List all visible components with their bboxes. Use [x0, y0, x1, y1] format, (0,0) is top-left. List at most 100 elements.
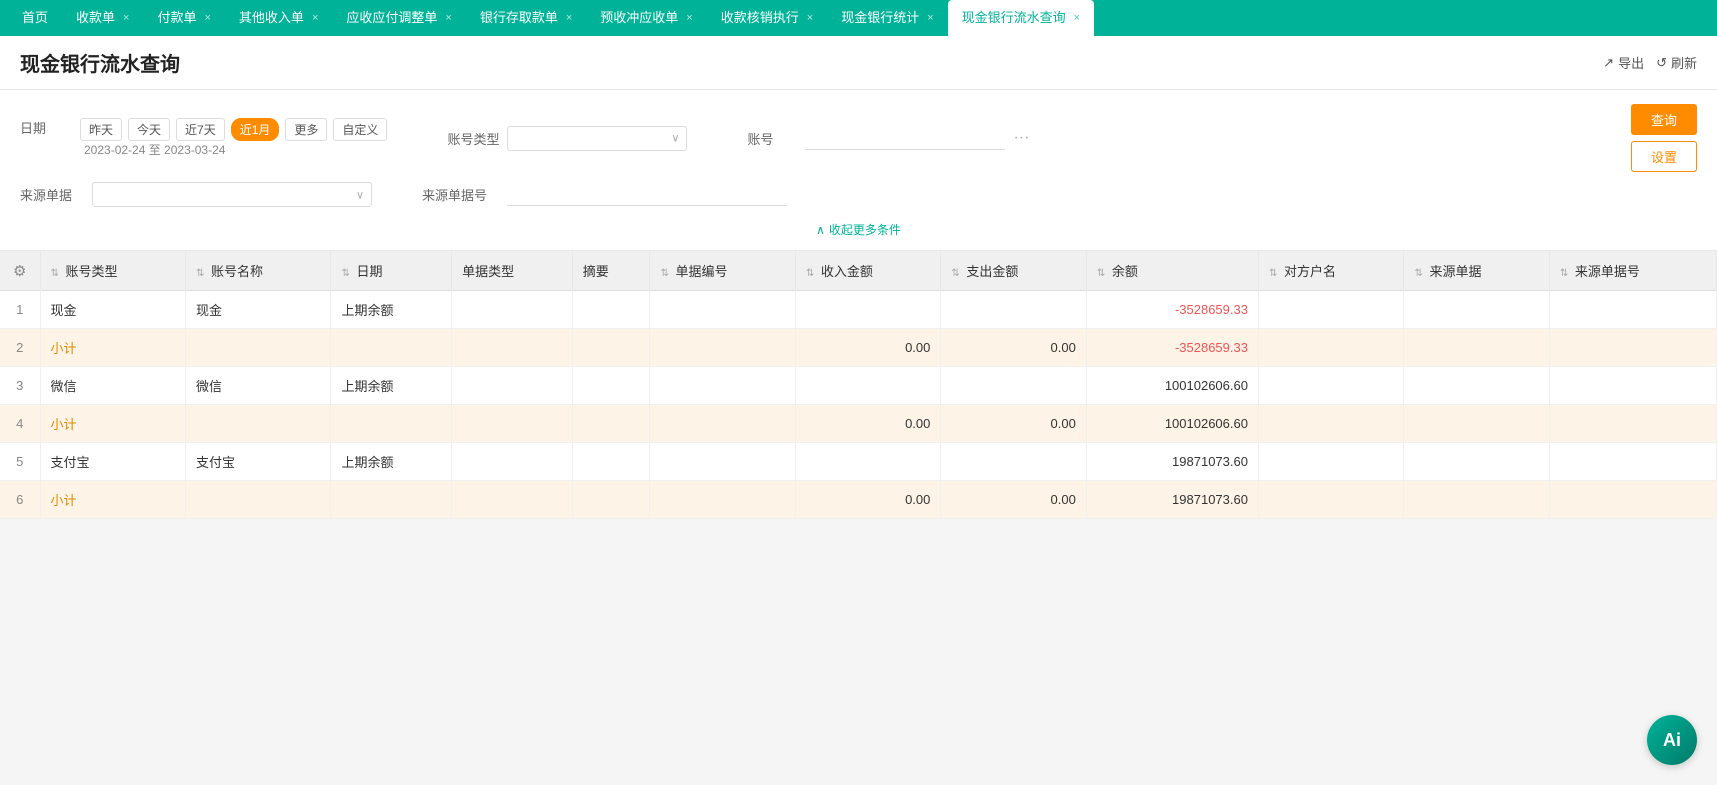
cell-income: 0.00: [795, 481, 940, 519]
export-icon: ↗: [1603, 55, 1614, 71]
account-type-select[interactable]: [507, 126, 687, 151]
cell-expense: [941, 367, 1086, 405]
cell-source-doc: [1404, 405, 1549, 443]
nav-cashflow[interactable]: 现金银行流水查询 ×: [948, 0, 1094, 36]
cell-counterparty: [1258, 367, 1403, 405]
col-config[interactable]: ⚙: [0, 251, 40, 291]
col-income[interactable]: ⇅ 收入金额: [795, 251, 940, 291]
settings-button[interactable]: 设置: [1631, 141, 1697, 172]
cell-balance: 100102606.60: [1086, 405, 1258, 443]
cell-summary: [572, 367, 650, 405]
col-date[interactable]: ⇅ 日期: [331, 251, 452, 291]
col-expense[interactable]: ⇅ 支出金额: [941, 251, 1086, 291]
date-btn-yesterday[interactable]: 昨天: [80, 118, 122, 141]
table-row: 2 小计 0.00 0.00 -3528659.33: [0, 329, 1717, 367]
table-row: 6 小计 0.00 0.00 19871073.60: [0, 481, 1717, 519]
nav-home[interactable]: 首页: [8, 0, 62, 36]
cell-account-type: 小计: [40, 329, 185, 367]
date-block: 昨天 今天 近7天 近1月 更多 自定义 2023-02-24 至 2023-0…: [80, 118, 387, 158]
cell-expense: [941, 291, 1086, 329]
nav-adjustment[interactable]: 应收应付调整单 ×: [332, 0, 465, 36]
nav-payment[interactable]: 付款单 ×: [143, 0, 224, 36]
page-header: 现金银行流水查询 ↗ 导出 ↺ 刷新: [0, 36, 1717, 90]
header-actions: ↗ 导出 ↺ 刷新: [1603, 53, 1697, 72]
nav-verify-close[interactable]: ×: [807, 0, 813, 36]
refresh-icon: ↺: [1656, 55, 1667, 71]
account-no-filter: 账号 ···: [747, 126, 1029, 150]
cell-income: 0.00: [795, 329, 940, 367]
sort-counterparty-icon: ⇅: [1269, 268, 1277, 279]
collapse-bar: ∧ 收起更多条件: [20, 217, 1697, 240]
nav-bank-deposit-close[interactable]: ×: [566, 0, 572, 36]
cell-account-name: [185, 405, 330, 443]
nav-stats-close[interactable]: ×: [927, 0, 933, 36]
top-nav: 首页 收款单 × 付款单 × 其他收入单 × 应收应付调整单 × 银行存取款单 …: [0, 0, 1717, 36]
cell-seq: 5: [0, 443, 40, 481]
col-account-type[interactable]: ⇅ 账号类型: [40, 251, 185, 291]
cell-doc-no: [650, 367, 795, 405]
cell-seq: 1: [0, 291, 40, 329]
nav-prepay-close[interactable]: ×: [686, 0, 692, 36]
nav-receipt-close[interactable]: ×: [123, 0, 129, 36]
cell-summary: [572, 443, 650, 481]
collapse-button[interactable]: ∧ 收起更多条件: [816, 221, 901, 238]
query-button[interactable]: 查询: [1631, 104, 1697, 135]
cell-doc-type: [452, 481, 573, 519]
cell-doc-type: [452, 329, 573, 367]
cell-source-doc: [1404, 481, 1549, 519]
date-btn-today[interactable]: 今天: [128, 118, 170, 141]
table-row: 5 支付宝 支付宝 上期余额 19871073.60: [0, 443, 1717, 481]
ai-badge[interactable]: Ai: [1647, 715, 1697, 765]
cell-counterparty: [1258, 443, 1403, 481]
cell-doc-type: [452, 405, 573, 443]
refresh-button[interactable]: ↺ 刷新: [1656, 53, 1697, 72]
filter-area: 日期 昨天 今天 近7天 近1月 更多 自定义 2023-02-24 至 202…: [0, 90, 1717, 251]
cell-source-doc-no: [1549, 481, 1716, 519]
cell-date: 上期余额: [331, 443, 452, 481]
nav-stats[interactable]: 现金银行统计 ×: [827, 0, 947, 36]
sort-income-icon: ⇅: [806, 268, 814, 279]
cell-doc-no: [650, 443, 795, 481]
account-no-input[interactable]: [805, 126, 1005, 150]
nav-bank-deposit[interactable]: 银行存取款单 ×: [466, 0, 586, 36]
export-button[interactable]: ↗ 导出: [1603, 53, 1644, 72]
date-btn-custom[interactable]: 自定义: [333, 118, 387, 141]
gear-icon[interactable]: ⚙: [13, 263, 26, 280]
cell-doc-no: [650, 329, 795, 367]
col-account-name[interactable]: ⇅ 账号名称: [185, 251, 330, 291]
nav-cashflow-close[interactable]: ×: [1074, 0, 1080, 36]
source-doc-no-input[interactable]: [507, 184, 787, 206]
date-btn-1month[interactable]: 近1月: [231, 118, 280, 141]
col-source-doc-no[interactable]: ⇅ 来源单据号: [1549, 251, 1716, 291]
cell-account-name: 微信: [185, 367, 330, 405]
date-btn-more[interactable]: 更多: [285, 118, 327, 141]
cell-source-doc: [1404, 329, 1549, 367]
date-btn-7days[interactable]: 近7天: [176, 118, 225, 141]
nav-verify[interactable]: 收款核销执行 ×: [707, 0, 827, 36]
col-source-doc[interactable]: ⇅ 来源单据: [1404, 251, 1549, 291]
nav-adjustment-close[interactable]: ×: [445, 0, 451, 36]
cell-account-type: 现金: [40, 291, 185, 329]
nav-receipt[interactable]: 收款单 ×: [62, 0, 143, 36]
col-balance[interactable]: ⇅ 余额: [1086, 251, 1258, 291]
cell-date: 上期余额: [331, 291, 452, 329]
nav-prepay[interactable]: 预收冲应收单 ×: [586, 0, 706, 36]
source-doc-select[interactable]: [92, 182, 372, 207]
cell-date: [331, 329, 452, 367]
cell-doc-no: [650, 481, 795, 519]
col-doc-no[interactable]: ⇅ 单据编号: [650, 251, 795, 291]
account-no-dots[interactable]: ···: [1013, 129, 1029, 147]
collapse-up-icon: ∧: [816, 223, 825, 237]
cell-account-type: 微信: [40, 367, 185, 405]
cell-doc-type: [452, 291, 573, 329]
cell-source-doc: [1404, 443, 1549, 481]
col-counterparty[interactable]: ⇅ 对方户名: [1258, 251, 1403, 291]
nav-other-income-close[interactable]: ×: [312, 0, 318, 36]
nav-payment-close[interactable]: ×: [204, 0, 210, 36]
table-container: ⚙ ⇅ 账号类型 ⇅ 账号名称 ⇅ 日期 单据类型 摘要: [0, 251, 1717, 519]
sort-expense-icon: ⇅: [951, 268, 959, 279]
sort-source-doc-no-icon: ⇅: [1560, 268, 1568, 279]
nav-other-income[interactable]: 其他收入单 ×: [225, 0, 332, 36]
source-doc-label: 来源单据: [20, 185, 72, 204]
cell-summary: [572, 291, 650, 329]
